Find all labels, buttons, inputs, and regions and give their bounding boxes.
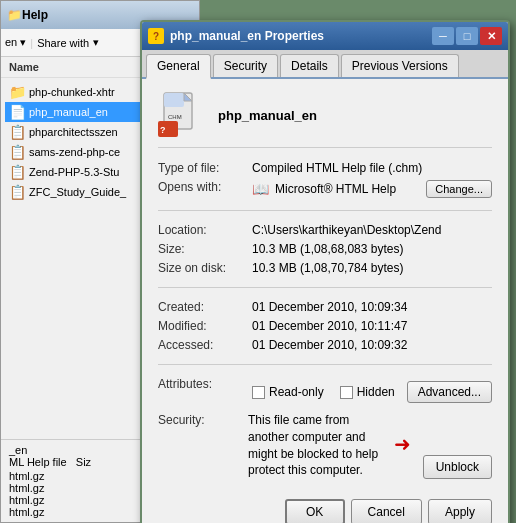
- unblock-button[interactable]: Unblock: [423, 455, 492, 479]
- toolbar-separator: |: [30, 37, 33, 49]
- readonly-checkbox-container[interactable]: Read-only: [252, 385, 324, 399]
- file-name-chm: php_manual_en: [29, 106, 108, 118]
- tab-general[interactable]: General: [146, 54, 211, 79]
- accessed-label: Accessed:: [158, 337, 248, 353]
- apply-button[interactable]: Apply: [428, 499, 492, 523]
- close-button[interactable]: ✕: [480, 27, 502, 45]
- file-name-pdf3: Zend-PHP-5.3-Stu: [29, 166, 119, 178]
- folder-icon: 📁: [9, 84, 25, 100]
- size-disk-value: 10.3 MB (1,08,70,784 bytes): [252, 260, 492, 276]
- hidden-checkbox[interactable]: [340, 386, 353, 399]
- hidden-checkbox-container[interactable]: Hidden: [340, 385, 395, 399]
- readonly-checkbox[interactable]: [252, 386, 265, 399]
- title-icon-symbol: ?: [153, 31, 159, 42]
- type-value: Compiled HTML Help file (.chm): [252, 160, 492, 176]
- dialog-title-label: php_manual_en Properties: [170, 29, 324, 43]
- tab-previous-versions[interactable]: Previous Versions: [341, 54, 459, 77]
- big-file-icon: CHM ?: [158, 91, 206, 139]
- explorer-title: Help: [22, 8, 48, 22]
- security-label: Security:: [158, 412, 240, 427]
- advanced-button[interactable]: Advanced...: [407, 381, 492, 403]
- dialog-title-icon: ?: [148, 28, 164, 44]
- svg-rect-1: [164, 93, 184, 107]
- dialog-window-controls: ─ □ ✕: [432, 27, 502, 45]
- location-value: C:\Users\karthikeyan\Desktop\Zend: [252, 222, 492, 238]
- attributes-label: Attributes:: [158, 376, 248, 404]
- size-value: 10.3 MB (1,08,68,083 bytes): [252, 241, 492, 257]
- toolbar-share-arrow[interactable]: ▾: [93, 36, 99, 49]
- attributes-value: Read-only Hidden Advanced...: [252, 376, 492, 404]
- change-button[interactable]: Change...: [426, 180, 492, 198]
- toolbar-share: en ▾: [5, 36, 26, 49]
- dialog-title-content: ? php_manual_en Properties: [148, 28, 324, 44]
- file-header-section: CHM ? php_manual_en: [158, 91, 492, 148]
- minimize-button[interactable]: ─: [432, 27, 454, 45]
- info-grid: Type of file: Compiled HTML Help file (.…: [158, 160, 492, 404]
- file-name-folder: php-chunked-xhtr: [29, 86, 115, 98]
- separator-2: [158, 287, 492, 288]
- opens-value: 📖 Microsoft® HTML Help Change...: [252, 179, 492, 199]
- file-name-pdf4: ZFC_Study_Guide_: [29, 186, 126, 198]
- separator-3: [158, 364, 492, 365]
- pdf-icon-4: 📋: [9, 184, 25, 200]
- modified-value: 01 December 2010, 10:11:47: [252, 318, 492, 334]
- hidden-label: Hidden: [357, 385, 395, 399]
- file-name-pdf1: phparchitectsszen: [29, 126, 118, 138]
- dialog-titlebar: ? php_manual_en Properties ─ □ ✕: [142, 22, 508, 50]
- attributes-row: Read-only Hidden Advanced...: [252, 381, 492, 403]
- cancel-button[interactable]: Cancel: [351, 499, 422, 523]
- accessed-value: 01 December 2010, 10:09:32: [252, 337, 492, 353]
- pdf-icon-1: 📋: [9, 124, 25, 140]
- type-label: Type of file:: [158, 160, 248, 176]
- location-label: Location:: [158, 222, 248, 238]
- file-name-pdf2: sams-zend-php-ce: [29, 146, 120, 158]
- pdf-icon-3: 📋: [9, 164, 25, 180]
- dialog-body: CHM ? php_manual_en Type of file: Compil…: [142, 79, 508, 491]
- chm-icon: 📄: [9, 104, 25, 120]
- separator-1: [158, 210, 492, 211]
- arrow-icon: ➜: [394, 432, 411, 456]
- security-text: This file came from another computer and…: [248, 412, 390, 479]
- modified-label: Modified:: [158, 318, 248, 334]
- tab-security[interactable]: Security: [213, 54, 278, 77]
- tab-details[interactable]: Details: [280, 54, 339, 77]
- dialog-footer: OK Cancel Apply: [142, 491, 508, 523]
- opens-label: Opens with:: [158, 179, 248, 199]
- readonly-label: Read-only: [269, 385, 324, 399]
- svg-text:CHM: CHM: [168, 114, 182, 120]
- explorer-title-icon: 📁: [7, 8, 22, 22]
- opens-with-text: Microsoft® HTML Help: [275, 182, 396, 196]
- pdf-icon-2: 📋: [9, 144, 25, 160]
- size-label: Size:: [158, 241, 248, 257]
- name-column-label: Name: [9, 61, 39, 73]
- svg-text:?: ?: [160, 125, 166, 135]
- security-section: Security: This file came from another co…: [158, 412, 492, 479]
- htmlhelp-icon: 📖: [252, 181, 269, 197]
- tab-bar: General Security Details Previous Versio…: [142, 50, 508, 79]
- size-disk-label: Size on disk:: [158, 260, 248, 276]
- created-label: Created:: [158, 299, 248, 315]
- toolbar-share-with[interactable]: Share with: [37, 37, 89, 49]
- created-value: 01 December 2010, 10:09:34: [252, 299, 492, 315]
- file-header-name: php_manual_en: [218, 108, 317, 123]
- maximize-button[interactable]: □: [456, 27, 478, 45]
- properties-dialog: ? php_manual_en Properties ─ □ ✕ General…: [140, 20, 510, 523]
- ok-button[interactable]: OK: [285, 499, 345, 523]
